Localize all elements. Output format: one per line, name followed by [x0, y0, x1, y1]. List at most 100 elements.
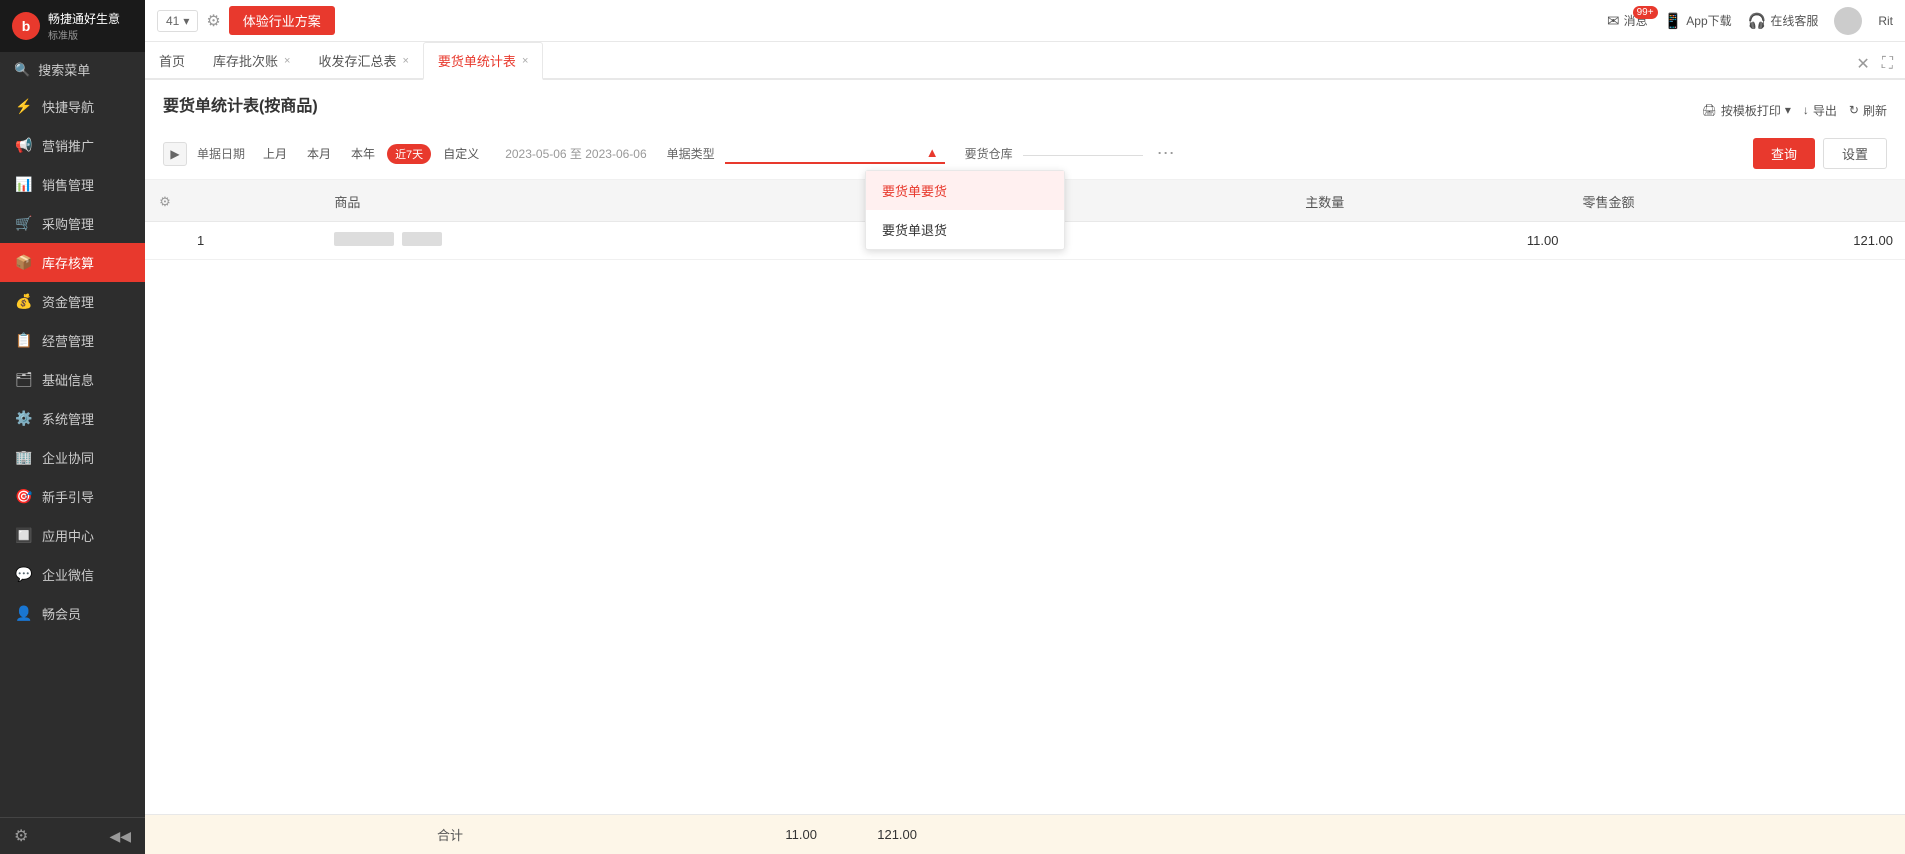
type-chevron-icon[interactable]: ▲: [926, 145, 939, 160]
quick-nav-icon: ⚡: [14, 98, 34, 115]
messages-btn[interactable]: ✉ 消息 99+: [1607, 12, 1648, 30]
sidebar-item-inventory[interactable]: 📦 库存核算: [0, 243, 145, 282]
basic-icon: 🗂: [14, 371, 34, 388]
workspace-label: 41: [166, 14, 179, 28]
topbar-left: 41 ▾ ⚙ 体验行业方案: [157, 6, 1607, 35]
sidebar-item-system[interactable]: ⚙️ 系统管理: [0, 399, 145, 438]
sidebar-item-wechat[interactable]: 💬 企业微信: [0, 555, 145, 594]
app-download-btn[interactable]: 📱 App下载: [1664, 12, 1732, 30]
filter-more-icon[interactable]: ⋯: [1157, 143, 1175, 164]
tab-inventory-batch-close[interactable]: ×: [284, 55, 290, 67]
type-select-wrap[interactable]: ▲: [725, 143, 945, 164]
filter-expand-btn[interactable]: ▶: [163, 142, 187, 166]
dropdown-option-yuhuo-tuihuo[interactable]: 要货单退货: [866, 210, 1064, 249]
sidebar-item-guide[interactable]: 🎯 新手引导: [0, 477, 145, 516]
print-chevron-icon: ▾: [1785, 103, 1791, 117]
td-goods: [322, 222, 901, 260]
td-quantity: 11.00: [1293, 222, 1570, 260]
tab-sales-summary[interactable]: 收发存汇总表 ×: [304, 43, 422, 80]
tab-order-summary-close[interactable]: ×: [522, 55, 528, 67]
sidebar-item-basic[interactable]: 🗂 基础信息: [0, 360, 145, 399]
filter-actions: 查询 设置: [1753, 138, 1887, 169]
app-logo-icon: b: [12, 12, 40, 40]
footer-quantity: 11.00: [737, 827, 817, 842]
sidebar-item-operation[interactable]: 📋 经营管理: [0, 321, 145, 360]
tab-inventory-batch[interactable]: 库存批次账 ×: [199, 43, 304, 80]
apps-icon: 🔲: [14, 527, 34, 544]
export-btn[interactable]: ↓ 导出: [1803, 102, 1837, 119]
topbar-right: ✉ 消息 99+ 📱 App下载 🎧 在线客服 Rit: [1607, 7, 1893, 35]
sidebar-search-label: 搜索菜单: [38, 60, 90, 79]
print-btn[interactable]: 🖨 按模板打印 ▾: [1702, 102, 1791, 119]
settings-icon[interactable]: ⚙: [14, 826, 28, 846]
date-btn-current[interactable]: 本月: [299, 142, 339, 165]
main-area: 41 ▾ ⚙ 体验行业方案 ✉ 消息 99+ 📱 App下载 🎧 在线客服: [145, 0, 1905, 854]
date-btn-prev[interactable]: 上月: [255, 142, 295, 165]
tab-inventory-batch-label: 库存批次账: [213, 51, 278, 70]
user-avatar[interactable]: [1834, 7, 1862, 35]
footer-amount: 121.00: [837, 827, 917, 842]
th-goods: 商品: [322, 182, 901, 222]
trial-btn[interactable]: 体验行业方案: [229, 6, 335, 35]
sidebar-item-label: 企业协同: [42, 448, 94, 467]
marketing-icon: 📢: [14, 137, 34, 154]
topbar-gear-icon[interactable]: ⚙: [206, 11, 220, 31]
tab-sales-summary-label: 收发存汇总表: [318, 51, 396, 70]
date-label: 单据日期: [197, 145, 245, 162]
sidebar-item-label: 畅会员: [42, 604, 81, 623]
finance-icon: 💰: [14, 293, 34, 310]
col-settings-icon[interactable]: ⚙: [159, 194, 171, 209]
collapse-sidebar-icon[interactable]: ◀◀: [109, 828, 131, 845]
date-btn-year[interactable]: 本年: [343, 142, 383, 165]
sidebar-item-quick-nav[interactable]: ⚡ 快捷导航: [0, 87, 145, 126]
sidebar-item-finance[interactable]: 💰 资金管理: [0, 282, 145, 321]
sidebar-item-member[interactable]: 👤 畅会员: [0, 594, 145, 633]
setting-button[interactable]: 设置: [1823, 138, 1887, 169]
workspace-dropdown[interactable]: 41 ▾: [157, 10, 198, 32]
tabbar-right-actions: ✕ ⛶: [1844, 50, 1905, 78]
date-btn-custom[interactable]: 自定义: [435, 142, 487, 165]
sidebar-item-label: 基础信息: [42, 370, 94, 389]
username-label[interactable]: Rit: [1878, 14, 1893, 28]
search-icon: 🔍: [14, 62, 30, 78]
th-quantity: 主数量: [1293, 182, 1570, 222]
query-button[interactable]: 查询: [1753, 138, 1815, 169]
sidebar-logo: b 畅捷通好生意 标准版: [0, 0, 145, 52]
sidebar-item-enterprise[interactable]: 🏢 企业协同: [0, 438, 145, 477]
dropdown-option-yuhuo-yinhuo[interactable]: 要货单要货: [866, 171, 1064, 210]
td-amount: 121.00: [1570, 222, 1905, 260]
table-footer: 合计 11.00 121.00: [145, 814, 1905, 854]
sidebar-scroll: 🔍 搜索菜单 ⚡ 快捷导航 📢 营销推广 📊 销售管理 🛒 采购管理 📦 库存核…: [0, 52, 145, 817]
app-name: 畅捷通好生意: [48, 10, 120, 27]
sidebar-item-purchase[interactable]: 🛒 采购管理: [0, 204, 145, 243]
footer-label: 合计: [437, 825, 657, 844]
date-range-display: 2023-05-06 至 2023-06-06: [505, 145, 646, 162]
online-service-btn[interactable]: 🎧 在线客服: [1748, 12, 1819, 30]
sidebar-item-label: 销售管理: [42, 175, 94, 194]
page-header: 要货单统计表(按商品) 🖨 按模板打印 ▾ ↓ 导出 ↻ 刷新: [145, 80, 1905, 128]
expand-tab-icon[interactable]: ⛶: [1878, 51, 1897, 77]
tab-order-summary[interactable]: 要货单统计表 ×: [423, 42, 543, 80]
service-icon: 🎧: [1748, 12, 1767, 30]
sidebar-item-label: 库存核算: [42, 253, 94, 272]
sidebar-item-marketing[interactable]: 📢 营销推广: [0, 126, 145, 165]
sidebar: b 畅捷通好生意 标准版 🔍 搜索菜单 ⚡ 快捷导航 📢 营销推广 📊 销售管理…: [0, 0, 145, 854]
sidebar-item-search[interactable]: 🔍 搜索菜单: [0, 52, 145, 87]
td-settings: [145, 222, 185, 260]
warehouse-select[interactable]: [1023, 151, 1143, 156]
app-download-label: App下载: [1686, 12, 1731, 29]
refresh-btn[interactable]: ↻ 刷新: [1849, 102, 1887, 119]
sidebar-item-label: 新手引导: [42, 487, 94, 506]
th-row-num: [185, 182, 322, 222]
system-icon: ⚙️: [14, 410, 34, 427]
sidebar-item-label: 快捷导航: [42, 97, 94, 116]
close-all-tabs-icon[interactable]: ✕: [1852, 50, 1873, 78]
sidebar-item-sales[interactable]: 📊 销售管理: [0, 165, 145, 204]
date-btn-7days[interactable]: 近7天: [387, 144, 431, 164]
type-input[interactable]: [731, 145, 926, 160]
tab-sales-summary-close[interactable]: ×: [402, 55, 408, 67]
tab-home[interactable]: 首页: [145, 43, 199, 80]
sidebar-item-apps[interactable]: 🔲 应用中心: [0, 516, 145, 555]
sidebar-item-label: 应用中心: [42, 526, 94, 545]
sidebar-item-label: 企业微信: [42, 565, 94, 584]
